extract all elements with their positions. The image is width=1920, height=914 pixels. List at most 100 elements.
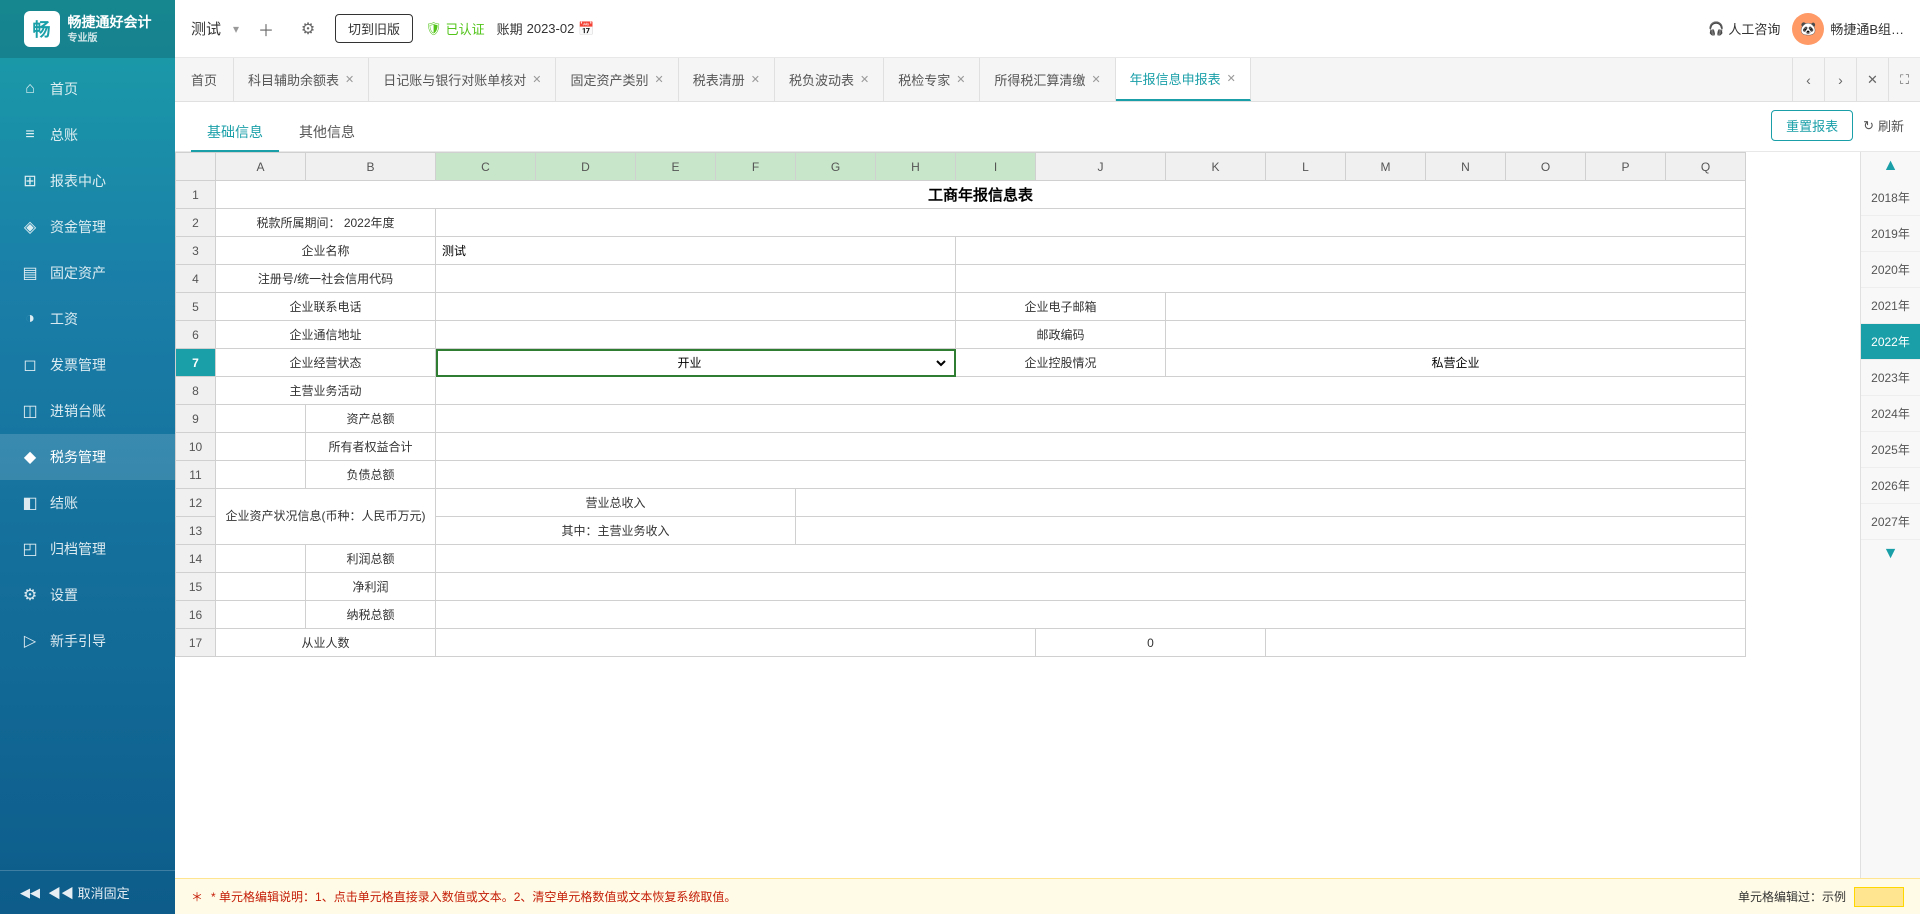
spreadsheet-main[interactable]: A B C D E F G H I J K L M N O xyxy=(175,152,1860,878)
sidebar-item-closing[interactable]: ◧ 结账 xyxy=(0,480,175,526)
tab-close-icon[interactable]: ✕ xyxy=(532,73,541,86)
sidebar-item-assets[interactable]: ▤ 固定资产 xyxy=(0,250,175,296)
col-H[interactable]: H xyxy=(876,153,956,181)
r12-sub-value[interactable] xyxy=(796,489,1746,517)
tab-close-icon[interactable]: ✕ xyxy=(860,73,869,86)
r7-dropdown[interactable]: 开业 注销 吊销 迁出 撤销 xyxy=(442,355,949,371)
tab-fixed-assets[interactable]: 固定资产类别 ✕ xyxy=(556,58,678,101)
r13-sub-value[interactable] xyxy=(796,517,1746,545)
r5-right-value[interactable] xyxy=(1166,293,1746,321)
sidebar-item-home[interactable]: ⌂ 首页 xyxy=(0,66,175,112)
year-item-2027[interactable]: 2027年 xyxy=(1861,504,1920,540)
r4-value[interactable] xyxy=(436,265,956,293)
tab-tax-inspection[interactable]: 税检专家 ✕ xyxy=(884,58,980,101)
tab-close-icon[interactable]: ✕ xyxy=(345,73,354,86)
tab-close-icon[interactable]: ✕ xyxy=(956,73,965,86)
table-row: 6 企业通信地址 邮政编码 xyxy=(176,321,1746,349)
sidebar-pin-toggle[interactable]: ◀◀ ◀◀ 取消固定 xyxy=(0,870,175,914)
r10-value[interactable] xyxy=(436,433,1746,461)
sidebar-item-ledger[interactable]: ≡ 总账 xyxy=(0,112,175,158)
year-item-2025[interactable]: 2025年 xyxy=(1861,432,1920,468)
r16-value[interactable] xyxy=(436,601,1746,629)
tab-close-icon[interactable]: ✕ xyxy=(751,73,760,86)
year-scroll-down-button[interactable]: ▼ xyxy=(1861,540,1920,568)
col-L[interactable]: L xyxy=(1266,153,1346,181)
year-scroll-up-button[interactable]: ▲ xyxy=(1861,152,1920,180)
tab-close-icon[interactable]: ✕ xyxy=(1227,72,1236,85)
sidebar-item-funds[interactable]: ◈ 资金管理 xyxy=(0,204,175,250)
sidebar-item-inout[interactable]: ◫ 进销台账 xyxy=(0,388,175,434)
topbar-service-button[interactable]: 🎧 人工咨询 xyxy=(1708,19,1780,38)
year-item-2023[interactable]: 2023年 xyxy=(1861,360,1920,396)
sub-tab-basic[interactable]: 基础信息 xyxy=(191,114,279,152)
year-item-2026[interactable]: 2026年 xyxy=(1861,468,1920,504)
tab-next-button[interactable]: › xyxy=(1824,58,1856,102)
topbar-user-menu[interactable]: 🐼 畅捷通B组… xyxy=(1792,13,1904,45)
sidebar-item-tax[interactable]: ◆ 税务管理 xyxy=(0,434,175,480)
year-item-2019[interactable]: 2019年 xyxy=(1861,216,1920,252)
tab-home[interactable]: 首页 xyxy=(175,58,234,101)
year-item-2024[interactable]: 2024年 xyxy=(1861,396,1920,432)
corner-header xyxy=(176,153,216,181)
topbar-add-button[interactable]: ＋ xyxy=(251,14,281,44)
tab-tax-table[interactable]: 税表清册 ✕ xyxy=(679,58,775,101)
r5-value[interactable] xyxy=(436,293,956,321)
sidebar-item-guide[interactable]: ▷ 新手引导 xyxy=(0,618,175,664)
r8-value[interactable] xyxy=(436,377,1746,405)
r6-value[interactable] xyxy=(436,321,956,349)
year-item-2020[interactable]: 2020年 xyxy=(1861,252,1920,288)
title-cell[interactable]: 工商年报信息表 xyxy=(216,181,1746,209)
col-I[interactable]: I xyxy=(956,153,1036,181)
col-J[interactable]: J xyxy=(1036,153,1166,181)
tab-annual-report[interactable]: 年报信息申报表 ✕ xyxy=(1116,58,1251,101)
tab-tax-burden[interactable]: 税负波动表 ✕ xyxy=(775,58,884,101)
col-C[interactable]: C xyxy=(436,153,536,181)
sidebar-item-invoice[interactable]: ◻ 发票管理 xyxy=(0,342,175,388)
sidebar-item-payroll[interactable]: ◑ 工资 xyxy=(0,296,175,342)
r11-value[interactable] xyxy=(436,461,1746,489)
sidebar-item-settings[interactable]: ⚙ 设置 xyxy=(0,572,175,618)
topbar-settings-button[interactable]: ⚙ xyxy=(293,14,323,44)
tab-expand-button[interactable]: ⛶ xyxy=(1888,58,1920,102)
r9-value[interactable] xyxy=(436,405,1746,433)
sidebar-item-archive[interactable]: ◰ 归档管理 xyxy=(0,526,175,572)
year-item-2021[interactable]: 2021年 xyxy=(1861,288,1920,324)
r7-right-value[interactable]: 私营企业 xyxy=(1166,349,1746,377)
year-item-2018[interactable]: 2018年 xyxy=(1861,180,1920,216)
r17-value-left[interactable] xyxy=(436,629,1036,657)
col-E[interactable]: E xyxy=(636,153,716,181)
r14-value[interactable] xyxy=(436,545,1746,573)
tab-prev-button[interactable]: ‹ xyxy=(1792,58,1824,102)
r7-value-cell[interactable]: 开业 注销 吊销 迁出 撤销 xyxy=(436,349,956,377)
tab-close-icon[interactable]: ✕ xyxy=(1091,73,1100,86)
col-K[interactable]: K xyxy=(1166,153,1266,181)
r7-select[interactable]: 开业 注销 吊销 迁出 撤销 xyxy=(442,355,949,371)
reset-button[interactable]: 重置报表 xyxy=(1771,110,1853,141)
refresh-button[interactable]: ↻ 刷新 xyxy=(1863,116,1904,135)
col-P[interactable]: P xyxy=(1586,153,1666,181)
calendar-icon[interactable]: 📅 xyxy=(578,21,594,37)
year-label: 2024年 xyxy=(1871,405,1910,422)
col-B[interactable]: B xyxy=(306,153,436,181)
sub-tab-other[interactable]: 其他信息 xyxy=(283,114,371,152)
tab-close-icon[interactable]: ✕ xyxy=(655,73,664,86)
topbar-chevron-icon[interactable]: ▾ xyxy=(233,22,239,36)
tab-auxiliary[interactable]: 科目辅助余额表 ✕ xyxy=(234,58,369,101)
r3-value[interactable]: 测试 xyxy=(436,237,956,265)
col-O[interactable]: O xyxy=(1506,153,1586,181)
col-Q[interactable]: Q xyxy=(1666,153,1746,181)
r6-right-value[interactable] xyxy=(1166,321,1746,349)
col-A[interactable]: A xyxy=(216,153,306,181)
sidebar-item-reports[interactable]: ⊞ 报表中心 xyxy=(0,158,175,204)
tab-journal[interactable]: 日记账与银行对账单核对 ✕ xyxy=(369,58,556,101)
tab-close-all-button[interactable]: ✕ xyxy=(1856,58,1888,102)
col-G[interactable]: G xyxy=(796,153,876,181)
col-D[interactable]: D xyxy=(536,153,636,181)
col-N[interactable]: N xyxy=(1426,153,1506,181)
col-M[interactable]: M xyxy=(1346,153,1426,181)
year-item-2022[interactable]: 2022年 xyxy=(1861,324,1920,360)
topbar-old-version-button[interactable]: 切到旧版 xyxy=(335,14,413,43)
r15-value[interactable] xyxy=(436,573,1746,601)
col-F[interactable]: F xyxy=(716,153,796,181)
tab-income-tax[interactable]: 所得税汇算清缴 ✕ xyxy=(980,58,1115,101)
